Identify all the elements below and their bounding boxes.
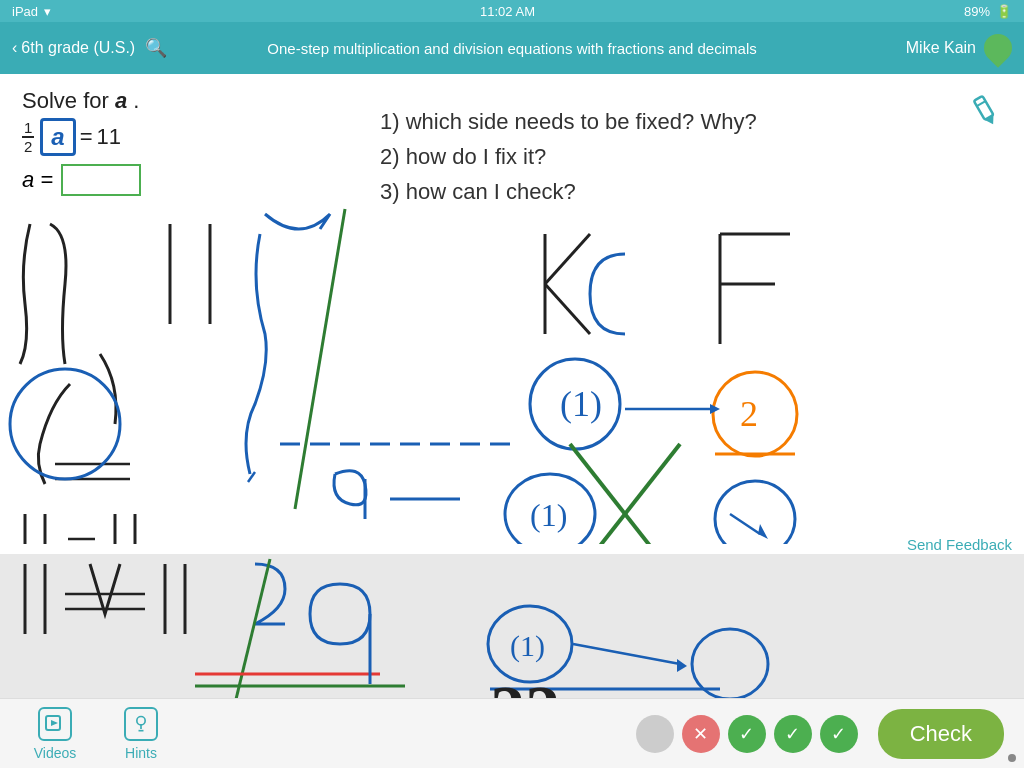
svg-line-18 <box>545 234 590 284</box>
instruction-text: 1) which side needs to be fixed? Why? 2)… <box>380 104 757 210</box>
problem-header: Solve for a . <box>22 88 139 114</box>
variable-a: a <box>40 118 75 156</box>
videos-label: Videos <box>34 745 77 761</box>
leaf-icon <box>978 28 1018 68</box>
device-label: iPad <box>12 4 38 19</box>
period-label: . <box>133 88 139 113</box>
hints-icon <box>124 707 158 741</box>
equals-sign: = <box>80 124 93 150</box>
equation-display: 1 2 a = 11 <box>22 118 121 156</box>
user-name: Mike Kain <box>906 39 976 57</box>
back-button[interactable]: ‹ 6th grade (U.S.) <box>12 39 135 57</box>
instruction-line1: 1) which side needs to be fixed? Why? <box>380 104 757 139</box>
status-right: 89% 🔋 <box>964 4 1012 19</box>
send-feedback-button[interactable]: Send Feedback <box>907 536 1012 553</box>
videos-icon <box>38 707 72 741</box>
bottom-toolbar: Videos Hints ✕ ✓ ✓ ✓ Check <box>0 698 1024 768</box>
problem-area: Solve for a . 1 2 a = 11 a = 1) which si… <box>0 74 1024 554</box>
svg-point-35 <box>715 481 795 544</box>
svg-text:(1): (1) <box>510 629 545 663</box>
back-label: 6th grade (U.S.) <box>21 39 135 57</box>
svg-line-15 <box>295 209 345 509</box>
home-dot <box>1008 754 1016 762</box>
svg-marker-54 <box>677 659 687 672</box>
svg-marker-37 <box>758 524 768 539</box>
answer-input[interactable] <box>61 164 141 196</box>
status-left: iPad ▾ <box>12 4 51 19</box>
rhs-value: 11 <box>97 124 121 150</box>
answer-bubbles: ✕ ✓ ✓ ✓ <box>636 715 858 753</box>
svg-text:(1): (1) <box>530 497 567 533</box>
wifi-icon: ▾ <box>44 4 51 19</box>
videos-button[interactable]: Videos <box>20 707 90 761</box>
svg-text:22: 22 <box>490 672 560 698</box>
variable-label: a <box>115 88 127 113</box>
search-icon[interactable]: 🔍 <box>145 37 167 59</box>
svg-marker-1 <box>985 115 998 127</box>
answer-row: a = <box>22 164 141 196</box>
svg-line-47 <box>230 559 270 698</box>
fraction-numerator: 1 <box>22 119 34 138</box>
svg-point-61 <box>137 716 145 724</box>
user-section: Mike Kain <box>906 34 1012 62</box>
battery-icon: 🔋 <box>996 4 1012 19</box>
svg-line-2 <box>977 101 986 106</box>
svg-line-34 <box>570 444 680 544</box>
hints-button[interactable]: Hints <box>106 707 176 761</box>
hints-label: Hints <box>125 745 157 761</box>
scratchpad-area[interactable]: Clear (1) <box>0 554 1024 698</box>
svg-line-33 <box>570 444 680 544</box>
back-chevron-icon: ‹ <box>12 39 17 57</box>
bubble-1[interactable] <box>636 715 674 753</box>
instruction-line2: 2) how do I fix it? <box>380 139 757 174</box>
answer-label: a = <box>22 167 53 193</box>
page-title: One-step multiplication and division equ… <box>212 40 812 57</box>
svg-rect-0 <box>974 96 994 120</box>
svg-point-13 <box>10 369 120 479</box>
nav-bar: ‹ 6th grade (U.S.) 🔍 One-step multiplica… <box>0 22 1024 74</box>
battery-label: 89% <box>964 4 990 19</box>
svg-text:2: 2 <box>740 394 758 434</box>
main-area: Solve for a . 1 2 a = 11 a = 1) which si… <box>0 74 1024 698</box>
bubble-5[interactable]: ✓ <box>820 715 858 753</box>
fraction-denominator: 2 <box>24 138 32 155</box>
bubble-3[interactable]: ✓ <box>728 715 766 753</box>
status-bar: iPad ▾ 11:02 AM 89% 🔋 <box>0 0 1024 22</box>
svg-line-36 <box>730 514 760 534</box>
solve-label: Solve for <box>22 88 109 113</box>
scratchpad-drawing: (1) 22 + <box>0 554 910 698</box>
bubble-4[interactable]: ✓ <box>774 715 812 753</box>
drawing-work-area: (1) 2 (1) <box>0 204 900 544</box>
time-display: 11:02 AM <box>480 4 535 19</box>
svg-text:(1): (1) <box>560 384 602 424</box>
fraction-display: 1 2 <box>22 119 34 155</box>
svg-marker-60 <box>51 720 58 726</box>
svg-line-53 <box>573 644 680 664</box>
pencil-icon[interactable] <box>968 92 1004 132</box>
check-button[interactable]: Check <box>878 709 1004 759</box>
bubble-2[interactable]: ✕ <box>682 715 720 753</box>
svg-line-19 <box>545 284 590 334</box>
